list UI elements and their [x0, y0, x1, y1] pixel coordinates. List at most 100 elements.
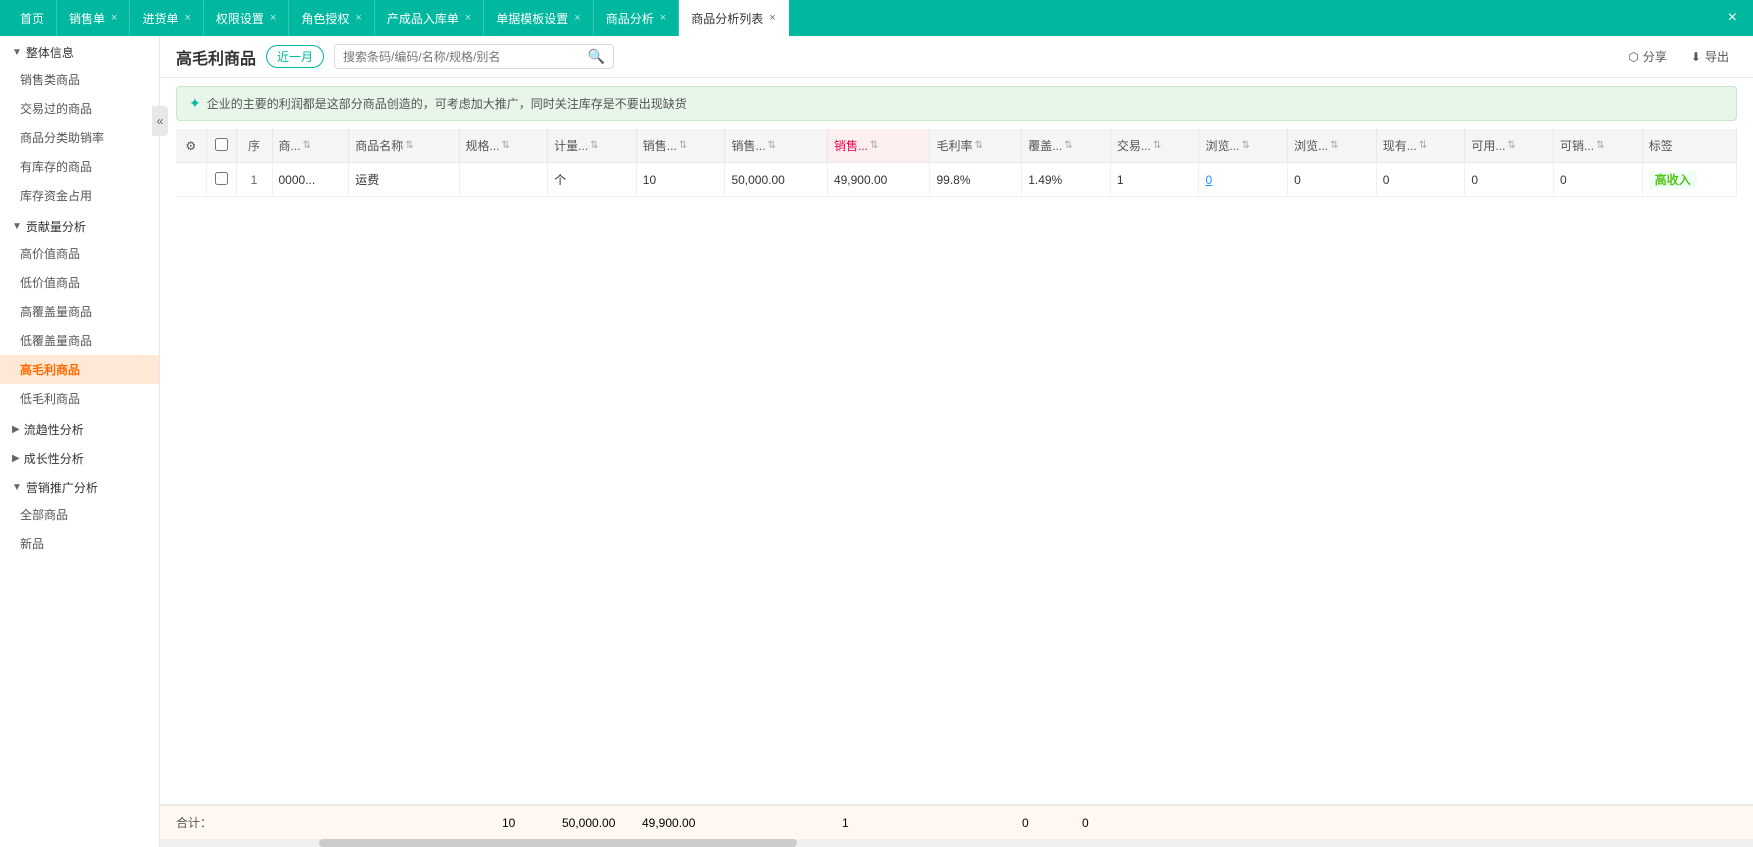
sidebar-item-high-value[interactable]: 高价值商品 — [0, 239, 159, 268]
close-icon[interactable]: × — [111, 12, 117, 24]
arrow-right-icon: ▶ — [12, 424, 20, 435]
nav-tab-sales[interactable]: 销售单 × — [57, 0, 130, 36]
sidebar-group-growth: ▶ 成长性分析 — [0, 442, 159, 471]
sidebar-item-stock-capital[interactable]: 库存资金占用 — [0, 181, 159, 210]
col-seq-header: 序 — [236, 129, 272, 163]
close-icon[interactable]: × — [355, 12, 361, 24]
close-icon[interactable]: × — [184, 12, 190, 24]
sidebar-group-growth-title[interactable]: ▶ 成长性分析 — [0, 442, 159, 471]
footer-gross-rate — [716, 816, 776, 830]
sidebar-item-all-goods[interactable]: 全部商品 — [0, 500, 159, 529]
col-current-stock-header[interactable]: 现有... ⇅ — [1376, 129, 1465, 163]
arrow-down-icon: ▼ — [12, 47, 22, 58]
nav-tab-product-analysis-list[interactable]: 商品分析列表 × — [679, 0, 788, 36]
export-button[interactable]: ⬇ 导出 — [1683, 44, 1737, 69]
col-browse1-header[interactable]: 浏览... ⇅ — [1199, 129, 1288, 163]
sidebar-item-low-value[interactable]: 低价值商品 — [0, 268, 159, 297]
sidebar-collapse-button[interactable]: « — [152, 106, 168, 136]
col-browse2-header[interactable]: 浏览... ⇅ — [1288, 129, 1377, 163]
sort-icon: ⇅ — [767, 140, 775, 151]
col-unit-header[interactable]: 计量... ⇅ — [548, 129, 637, 163]
sidebar-item-traded-goods[interactable]: 交易过的商品 — [0, 94, 159, 123]
col-tag-header[interactable]: 标签 — [1642, 129, 1736, 163]
search-input[interactable] — [343, 50, 584, 64]
sort-icon: ⇅ — [1153, 140, 1161, 151]
col-name-header[interactable]: 商品名称 ⇅ — [349, 129, 459, 163]
close-icon[interactable]: × — [769, 12, 775, 24]
close-all-button[interactable]: × — [1720, 9, 1745, 27]
sidebar-group-contribution-title[interactable]: ▼ 贡献量分析 — [0, 210, 159, 239]
share-icon: ⬡ — [1628, 50, 1638, 64]
col-gross-rate-header[interactable]: 毛利率 ⇅ — [930, 129, 1022, 163]
arrow-down-icon: ▼ — [12, 221, 22, 232]
col-settings[interactable]: ⚙ — [176, 129, 206, 163]
sidebar-group-overall-title[interactable]: ▼ 整体信息 — [0, 36, 159, 65]
nav-tab-permissions[interactable]: 权限设置 × — [204, 0, 289, 36]
row-tag: 高收入 — [1642, 163, 1736, 197]
row-sale-amount: 50,000.00 — [725, 163, 828, 197]
sort-icon: ⇅ — [974, 140, 982, 151]
col-spec-header[interactable]: 规格... ⇅ — [459, 129, 548, 163]
sidebar-item-low-margin[interactable]: 低毛利商品 — [0, 384, 159, 413]
content-header: 高毛利商品 近一月 🔍 ⬡ 分享 ⬇ 导出 — [160, 36, 1753, 78]
row-saleable-stock: 0 — [1554, 163, 1643, 197]
footer-available-stock: 0 — [1076, 816, 1136, 830]
arrow-down-icon: ▼ — [12, 482, 22, 493]
row-sale-count: 10 — [636, 163, 725, 197]
row-spec — [459, 163, 548, 197]
nav-tab-product-storage[interactable]: 产成品入库单 × — [375, 0, 484, 36]
col-checkbox[interactable] — [206, 129, 236, 163]
col-sale-count-header[interactable]: 销售... ⇅ — [636, 129, 725, 163]
close-icon[interactable]: × — [574, 12, 580, 24]
sidebar: ▼ 整体信息 销售类商品 交易过的商品 商品分类助销率 有库存的商品 库存资金占… — [0, 36, 160, 847]
row-select-checkbox[interactable] — [215, 172, 228, 185]
footer-browse2 — [956, 816, 1016, 830]
search-icon[interactable]: 🔍 — [588, 48, 605, 65]
footer-sale-count: 10 — [496, 816, 556, 830]
sort-icon: ⇅ — [870, 140, 878, 151]
settings-icon[interactable]: ⚙ — [185, 139, 196, 153]
col-sale-amount-header[interactable]: 销售... ⇅ — [725, 129, 828, 163]
sort-icon: ⇅ — [1242, 140, 1250, 151]
sidebar-group-marketing-title[interactable]: ▼ 营销推广分析 — [0, 471, 159, 500]
sidebar-item-low-coverage[interactable]: 低覆盖量商品 — [0, 326, 159, 355]
select-all-checkbox[interactable] — [215, 138, 228, 151]
row-browse1[interactable]: 0 — [1199, 163, 1288, 197]
row-checkbox[interactable] — [206, 163, 236, 197]
time-filter-button[interactable]: 近一月 — [266, 45, 324, 68]
sidebar-item-high-coverage[interactable]: 高覆盖量商品 — [0, 297, 159, 326]
search-box[interactable]: 🔍 — [334, 44, 614, 69]
close-icon[interactable]: × — [465, 12, 471, 24]
sidebar-item-sales-goods[interactable]: 销售类商品 — [0, 65, 159, 94]
sidebar-item-new-goods[interactable]: 新品 — [0, 529, 159, 558]
nav-tab-home[interactable]: 首页 — [8, 0, 57, 36]
sort-icon: ⇅ — [405, 140, 413, 151]
close-icon[interactable]: × — [270, 12, 276, 24]
footer-sale-profit: 49,900.00 — [636, 816, 716, 830]
col-sale-profit-header[interactable]: 销售... ⇅ — [827, 129, 930, 163]
col-saleable-stock-header[interactable]: 可销... ⇅ — [1554, 129, 1643, 163]
main-area: ▼ 整体信息 销售类商品 交易过的商品 商品分类助销率 有库存的商品 库存资金占… — [0, 36, 1753, 847]
sort-icon: ⇅ — [1330, 140, 1338, 151]
col-available-stock-header[interactable]: 可用... ⇅ — [1465, 129, 1554, 163]
sidebar-group-overall: ▼ 整体信息 销售类商品 交易过的商品 商品分类助销率 有库存的商品 库存资金占… — [0, 36, 159, 210]
bottom-scrollbar[interactable] — [160, 839, 1753, 847]
sidebar-item-in-stock[interactable]: 有库存的商品 — [0, 152, 159, 181]
footer-transaction: 1 — [836, 816, 896, 830]
sidebar-item-category-rate[interactable]: 商品分类助销率 — [0, 123, 159, 152]
sidebar-group-trend-title[interactable]: ▶ 流趋性分析 — [0, 413, 159, 442]
nav-tab-purchase[interactable]: 进货单 × — [130, 0, 203, 36]
table-body: 1 0000... 运费 个 10 — [176, 163, 1737, 197]
sidebar-item-high-margin[interactable]: 高毛利商品 — [0, 355, 159, 384]
sort-icon: ⇅ — [303, 140, 311, 151]
nav-tab-product-analysis[interactable]: 商品分析 × — [594, 0, 679, 36]
col-transaction-header[interactable]: 交易... ⇅ — [1110, 129, 1199, 163]
header-actions: ⬡ 分享 ⬇ 导出 — [1620, 44, 1737, 69]
col-code-header[interactable]: 商... ⇅ — [272, 129, 349, 163]
share-button[interactable]: ⬡ 分享 — [1620, 44, 1675, 69]
close-icon[interactable]: × — [660, 12, 666, 24]
nav-tab-template[interactable]: 单据模板设置 × — [484, 0, 593, 36]
footer-browse1 — [896, 816, 956, 830]
col-coverage-header[interactable]: 覆盖... ⇅ — [1022, 129, 1111, 163]
nav-tab-roles[interactable]: 角色授权 × — [289, 0, 374, 36]
